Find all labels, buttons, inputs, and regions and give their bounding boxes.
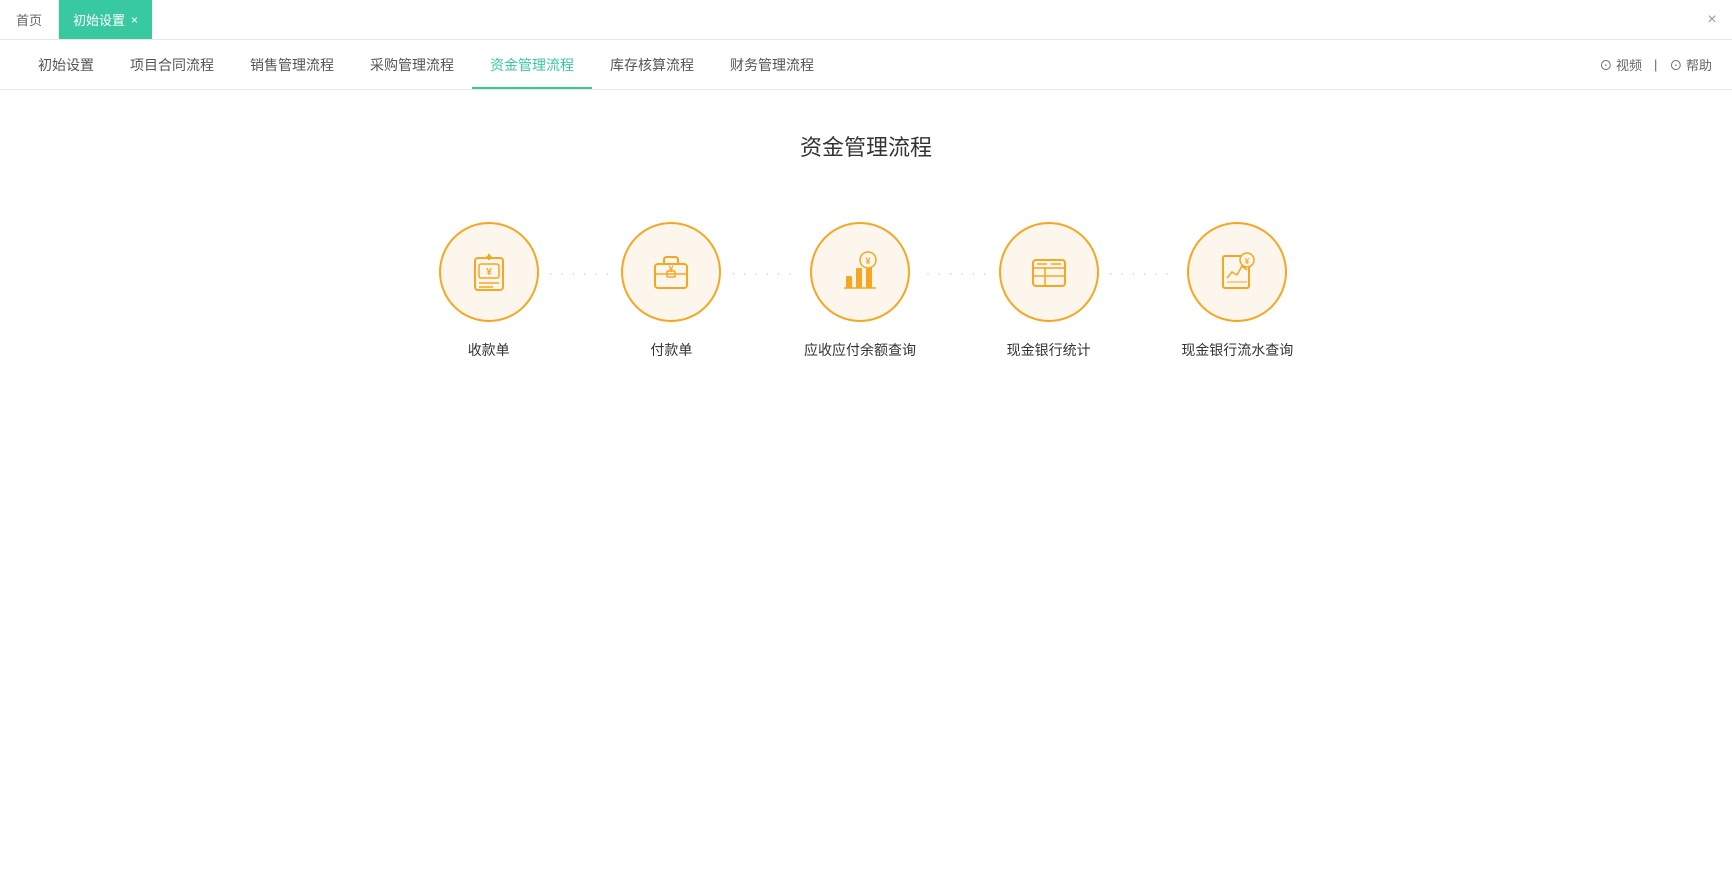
svg-text:¥: ¥ xyxy=(1245,257,1250,266)
flow-item-bank-stats[interactable]: 现金银行统计 xyxy=(999,222,1099,360)
flow-label-bank-stats: 现金银行统计 xyxy=(1007,340,1091,360)
flow-item-payment[interactable]: ¥ 付款单 xyxy=(621,222,721,360)
flow-circle-bank-stats xyxy=(999,222,1099,322)
flow-container: ¥ 收款单 · · · · · · ¥ xyxy=(266,222,1466,360)
receipt-income-icon: ¥ xyxy=(465,248,513,296)
flow-label-balance: 应收应付余额查询 xyxy=(804,340,916,360)
main-content: 资金管理流程 ¥ 收款单 · · · · · · xyxy=(0,90,1732,400)
flow-circle-receipt: ¥ xyxy=(439,222,539,322)
nav-item-purchase[interactable]: 采购管理流程 xyxy=(352,40,472,89)
balance-query-icon: ¥ xyxy=(836,248,884,296)
connector-1: · · · · · · xyxy=(539,266,622,316)
video-link[interactable]: ⊙ 视频 xyxy=(1599,55,1642,74)
flow-circle-bank-flow: ¥ xyxy=(1187,222,1287,322)
nav-right: ⊙ 视频 | ⊙ 帮助 xyxy=(1599,55,1712,74)
receipt-payment-icon: ¥ xyxy=(647,248,695,296)
bank-stats-icon xyxy=(1025,248,1073,296)
nav-bar: 初始设置 项目合同流程 销售管理流程 采购管理流程 资金管理流程 库存核算流程 … xyxy=(0,40,1732,90)
nav-item-finance[interactable]: 财务管理流程 xyxy=(712,40,832,89)
flow-circle-balance: ¥ xyxy=(810,222,910,322)
active-tab-label: 初始设置 xyxy=(73,10,125,29)
close-window-button[interactable]: × xyxy=(1692,0,1732,40)
connector-2: · · · · · · xyxy=(721,266,804,316)
bank-flow-icon: ¥ xyxy=(1213,248,1261,296)
home-tab[interactable]: 首页 xyxy=(0,0,59,39)
active-tab[interactable]: 初始设置 × xyxy=(59,0,152,39)
flow-label-payment: 付款单 xyxy=(650,340,692,360)
flow-item-balance[interactable]: ¥ 应收应付余额查询 xyxy=(804,222,916,360)
flow-item-receipt[interactable]: ¥ 收款单 xyxy=(439,222,539,360)
close-tab-icon[interactable]: × xyxy=(131,13,138,27)
connector-4: · · · · · · xyxy=(1099,266,1182,316)
svg-text:¥: ¥ xyxy=(669,264,674,274)
connector-3: · · · · · · xyxy=(916,266,999,316)
nav-item-sales[interactable]: 销售管理流程 xyxy=(232,40,352,89)
nav-item-inventory[interactable]: 库存核算流程 xyxy=(592,40,712,89)
nav-item-initial-setup[interactable]: 初始设置 xyxy=(20,40,112,89)
nav-divider: | xyxy=(1654,57,1657,72)
help-link[interactable]: ⊙ 帮助 xyxy=(1669,55,1712,74)
svg-text:¥: ¥ xyxy=(486,267,492,278)
nav-item-fund[interactable]: 资金管理流程 xyxy=(472,40,592,89)
page-title: 资金管理流程 xyxy=(800,130,932,162)
top-bar: 首页 初始设置 × × xyxy=(0,0,1732,40)
flow-item-bank-flow[interactable]: ¥ 现金银行流水查询 xyxy=(1181,222,1293,360)
flow-circle-payment: ¥ xyxy=(621,222,721,322)
flow-label-bank-flow: 现金银行流水查询 xyxy=(1181,340,1293,360)
flow-label-receipt: 收款单 xyxy=(468,340,510,360)
svg-text:¥: ¥ xyxy=(865,256,870,266)
nav-item-project-contract[interactable]: 项目合同流程 xyxy=(112,40,232,89)
